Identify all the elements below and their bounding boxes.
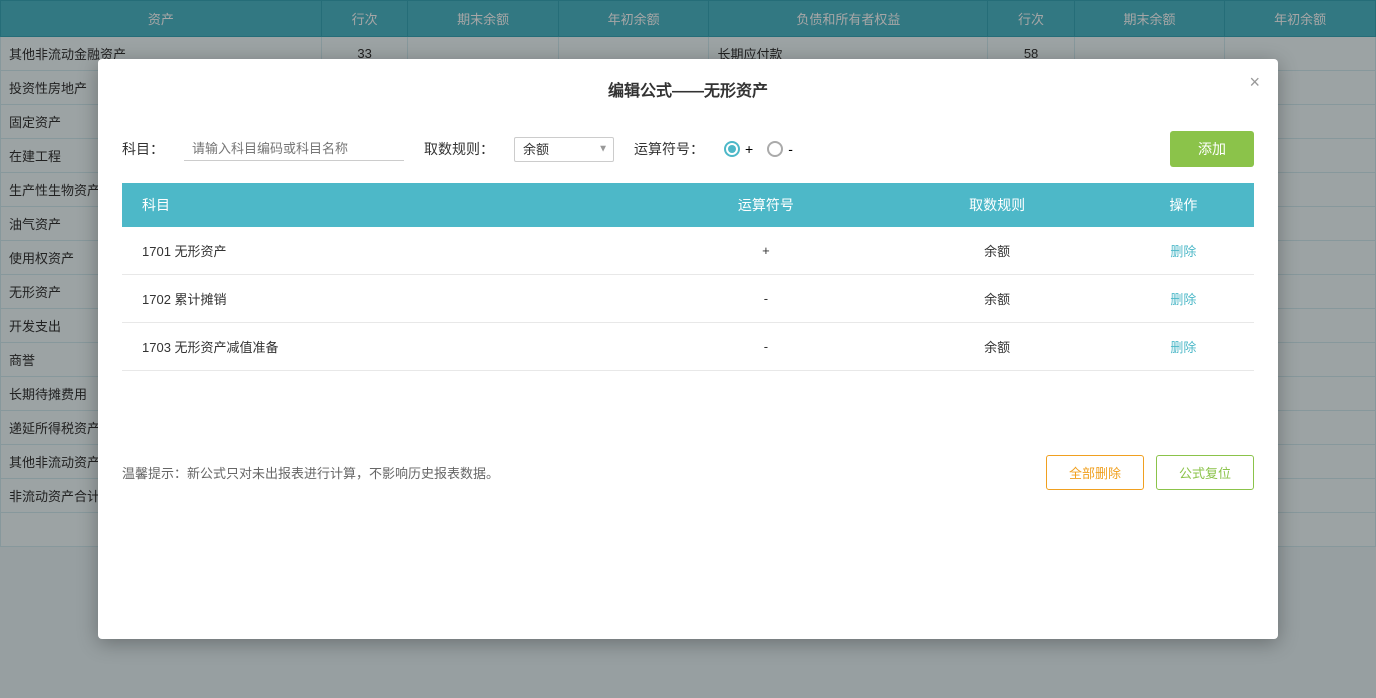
cell-rule-2: 余额 [882, 323, 1113, 371]
modal-footer: 温馨提示：新公式只对未出报表进行计算，不影响历史报表数据。 全部删除 公式复位 [98, 431, 1278, 510]
rule-label: 取数规则： [424, 139, 494, 159]
cell-action-2: 删除 [1113, 323, 1254, 371]
formula-table: 科目 运算符号 取数规则 操作 1701 无形资产 + 余额 删除 1702 累… [122, 183, 1254, 371]
subject-input[interactable] [184, 137, 404, 161]
th-operator: 运算符号 [650, 183, 881, 227]
cell-subject-0: 1701 无形资产 [122, 227, 650, 275]
delete-all-button[interactable]: 全部删除 [1046, 455, 1144, 490]
delete-link-1[interactable]: 删除 [1170, 292, 1196, 307]
edit-formula-modal: 编辑公式——无形资产 × 科目： 取数规则： 余额 借方 贷方 借方发生额 贷方… [98, 59, 1278, 639]
subject-label: 科目： [122, 139, 164, 159]
table-row: 1701 无形资产 + 余额 删除 [122, 227, 1254, 275]
table-header-row: 科目 运算符号 取数规则 操作 [122, 183, 1254, 227]
operator-plus-label: + [745, 141, 753, 157]
th-rule: 取数规则 [882, 183, 1113, 227]
operator-plus-radio[interactable]: + [724, 141, 753, 157]
modal-title: 编辑公式——无形资产 [608, 77, 768, 101]
delete-link-0[interactable]: 删除 [1170, 244, 1196, 259]
modal-header: 编辑公式——无形资产 × [98, 59, 1278, 115]
footer-hint: 温馨提示：新公式只对未出报表进行计算，不影响历史报表数据。 [122, 463, 499, 482]
cell-operator-2: - [650, 323, 881, 371]
delete-link-2[interactable]: 删除 [1170, 340, 1196, 355]
th-subject: 科目 [122, 183, 650, 227]
operator-minus-label: - [788, 141, 793, 157]
radio-minus-circle [767, 141, 783, 157]
operator-radio-group: + - [724, 141, 793, 157]
cell-subject-2: 1703 无形资产减值准备 [122, 323, 650, 371]
cell-rule-1: 余额 [882, 275, 1113, 323]
cell-operator-1: - [650, 275, 881, 323]
operator-label: 运算符号： [634, 139, 704, 159]
cell-action-1: 删除 [1113, 275, 1254, 323]
table-row: 1702 累计摊销 - 余额 删除 [122, 275, 1254, 323]
rule-select[interactable]: 余额 借方 贷方 借方发生额 贷方发生额 [514, 137, 614, 162]
table-row: 1703 无形资产减值准备 - 余额 删除 [122, 323, 1254, 371]
operator-minus-radio[interactable]: - [767, 141, 793, 157]
cell-operator-0: + [650, 227, 881, 275]
cell-subject-1: 1702 累计摊销 [122, 275, 650, 323]
radio-plus-circle [724, 141, 740, 157]
reset-formula-button[interactable]: 公式复位 [1156, 455, 1254, 490]
th-action: 操作 [1113, 183, 1254, 227]
rule-select-wrapper: 余额 借方 贷方 借方发生额 贷方发生额 ▼ [514, 137, 614, 162]
formula-form: 科目： 取数规则： 余额 借方 贷方 借方发生额 贷方发生额 ▼ 运算符号： +… [98, 115, 1278, 183]
add-button[interactable]: 添加 [1170, 131, 1254, 167]
modal-close-button[interactable]: × [1249, 73, 1260, 91]
cell-rule-0: 余额 [882, 227, 1113, 275]
cell-action-0: 删除 [1113, 227, 1254, 275]
footer-buttons: 全部删除 公式复位 [1046, 455, 1254, 490]
